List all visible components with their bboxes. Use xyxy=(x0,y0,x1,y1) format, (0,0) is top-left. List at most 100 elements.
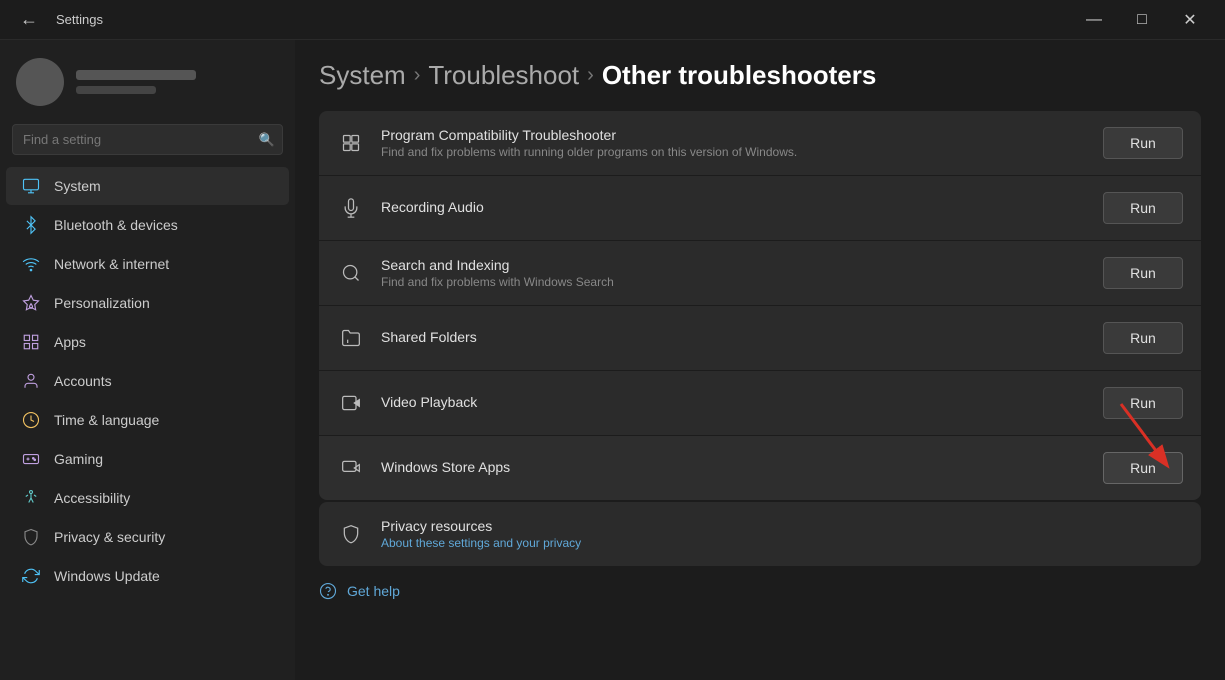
sidebar-item-accessibility[interactable]: Accessibility xyxy=(6,479,289,517)
run-button-program-compat[interactable]: Run xyxy=(1103,127,1183,159)
content-inner: Program Compatibility Troubleshooter Fin… xyxy=(319,111,1201,600)
item-desc-program-compat: Find and fix problems with running older… xyxy=(381,145,1087,159)
sidebar-item-network[interactable]: Network & internet xyxy=(6,245,289,283)
item-text-recording-audio: Recording Audio xyxy=(381,199,1087,217)
item-title-video-playback: Video Playback xyxy=(381,394,1087,410)
app-icon xyxy=(337,129,365,157)
breadcrumb-current: Other troubleshooters xyxy=(602,60,876,91)
sidebar: 🔍 System Bluetooth & devices Network & i… xyxy=(0,40,295,680)
user-profile xyxy=(0,48,295,120)
sidebar-label-accessibility: Accessibility xyxy=(54,490,130,506)
item-text-video-playback: Video Playback xyxy=(381,394,1087,412)
item-text-windows-store: Windows Store Apps xyxy=(381,459,1087,477)
troubleshooter-item-windows-store: Windows Store Apps Run xyxy=(319,436,1201,500)
video-icon xyxy=(337,389,365,417)
privacy-resources-item: Privacy resources About these settings a… xyxy=(319,502,1201,566)
search-box: 🔍 xyxy=(12,124,283,155)
app-container: 🔍 System Bluetooth & devices Network & i… xyxy=(0,40,1225,680)
sidebar-label-personalization: Personalization xyxy=(54,295,150,311)
accessibility-icon xyxy=(22,489,40,507)
breadcrumb: System › Troubleshoot › Other troublesho… xyxy=(319,40,1201,111)
item-text-search-indexing: Search and Indexing Find and fix problem… xyxy=(381,257,1087,289)
item-text-privacy-resources: Privacy resources About these settings a… xyxy=(381,518,1183,550)
back-button[interactable]: ← xyxy=(12,5,46,34)
brush-icon xyxy=(22,294,40,312)
breadcrumb-sep1: › xyxy=(414,64,421,87)
item-title-recording-audio: Recording Audio xyxy=(381,199,1087,215)
folder-icon xyxy=(337,324,365,352)
troubleshooter-item-recording-audio: Recording Audio Run xyxy=(319,176,1201,241)
item-text-shared-folders: Shared Folders xyxy=(381,329,1087,347)
item-title-program-compat: Program Compatibility Troubleshooter xyxy=(381,127,1087,143)
user-info xyxy=(76,70,196,94)
maximize-button[interactable]: □ xyxy=(1119,4,1165,36)
user-name-placeholder xyxy=(76,70,196,80)
mic-icon xyxy=(337,194,365,222)
search-input[interactable] xyxy=(12,124,283,155)
shield-icon xyxy=(22,528,40,546)
sidebar-item-apps[interactable]: Apps xyxy=(6,323,289,361)
breadcrumb-system[interactable]: System xyxy=(319,60,406,91)
sidebar-label-bluetooth: Bluetooth & devices xyxy=(54,217,178,233)
sidebar-item-system[interactable]: System xyxy=(6,167,289,205)
help-icon xyxy=(319,582,337,600)
item-title-privacy-resources: Privacy resources xyxy=(381,518,1183,534)
search-icon: 🔍 xyxy=(259,132,275,148)
app-title: Settings xyxy=(56,12,103,27)
troubleshooter-item-program-compat: Program Compatibility Troubleshooter Fin… xyxy=(319,111,1201,176)
get-help[interactable]: Get help xyxy=(319,582,1201,600)
titlebar-controls: — □ ✕ xyxy=(1071,4,1213,36)
sidebar-item-personalization[interactable]: Personalization xyxy=(6,284,289,322)
troubleshooter-item-search-indexing: Search and Indexing Find and fix problem… xyxy=(319,241,1201,306)
shield-small-icon xyxy=(337,520,365,548)
avatar xyxy=(16,58,64,106)
clock-icon xyxy=(22,411,40,429)
item-desc-search-indexing: Find and fix problems with Windows Searc… xyxy=(381,275,1087,289)
item-title-windows-store: Windows Store Apps xyxy=(381,459,1087,475)
sidebar-item-privacy[interactable]: Privacy & security xyxy=(6,518,289,556)
sidebar-label-system: System xyxy=(54,178,101,194)
sidebar-item-windowsupdate[interactable]: Windows Update xyxy=(6,557,289,595)
run-button-search-indexing[interactable]: Run xyxy=(1103,257,1183,289)
sidebar-label-windowsupdate: Windows Update xyxy=(54,568,160,584)
breadcrumb-sep2: › xyxy=(587,64,594,87)
get-help-label: Get help xyxy=(347,583,400,599)
privacy-resources-link[interactable]: About these settings and your privacy xyxy=(381,536,1183,550)
sidebar-item-bluetooth[interactable]: Bluetooth & devices xyxy=(6,206,289,244)
troubleshooter-item-video-playback: Video Playback Run xyxy=(319,371,1201,436)
search-icon xyxy=(337,259,365,287)
run-button-windows-store[interactable]: Run xyxy=(1103,452,1183,484)
troubleshooter-list: Program Compatibility Troubleshooter Fin… xyxy=(319,111,1201,500)
sidebar-item-accounts[interactable]: Accounts xyxy=(6,362,289,400)
main-content: System › Troubleshoot › Other troublesho… xyxy=(295,40,1225,680)
item-text-program-compat: Program Compatibility Troubleshooter Fin… xyxy=(381,127,1087,159)
item-title-shared-folders: Shared Folders xyxy=(381,329,1087,345)
item-title-search-indexing: Search and Indexing xyxy=(381,257,1087,273)
troubleshooter-item-shared-folders: Shared Folders Run xyxy=(319,306,1201,371)
sidebar-label-gaming: Gaming xyxy=(54,451,103,467)
titlebar: ← Settings — □ ✕ xyxy=(0,0,1225,40)
run-button-video-playback[interactable]: Run xyxy=(1103,387,1183,419)
close-button[interactable]: ✕ xyxy=(1167,4,1213,36)
sidebar-label-network: Network & internet xyxy=(54,256,169,272)
sidebar-item-gaming[interactable]: Gaming xyxy=(6,440,289,478)
sidebar-item-time[interactable]: Time & language xyxy=(6,401,289,439)
minimize-button[interactable]: — xyxy=(1071,4,1117,36)
breadcrumb-troubleshoot[interactable]: Troubleshoot xyxy=(428,60,579,91)
sidebar-label-apps: Apps xyxy=(54,334,86,350)
gamepad-icon xyxy=(22,450,40,468)
refresh-icon xyxy=(22,567,40,585)
titlebar-left: ← Settings xyxy=(12,5,103,34)
monitor-icon xyxy=(22,177,40,195)
grid-icon xyxy=(22,333,40,351)
store-icon xyxy=(337,454,365,482)
sidebar-label-privacy: Privacy & security xyxy=(54,529,165,545)
run-button-shared-folders[interactable]: Run xyxy=(1103,322,1183,354)
wifi-icon xyxy=(22,255,40,273)
sidebar-label-time: Time & language xyxy=(54,412,159,428)
run-button-recording-audio[interactable]: Run xyxy=(1103,192,1183,224)
bluetooth-icon xyxy=(22,216,40,234)
sidebar-label-accounts: Accounts xyxy=(54,373,112,389)
user-icon xyxy=(22,372,40,390)
user-sub-placeholder xyxy=(76,86,156,94)
